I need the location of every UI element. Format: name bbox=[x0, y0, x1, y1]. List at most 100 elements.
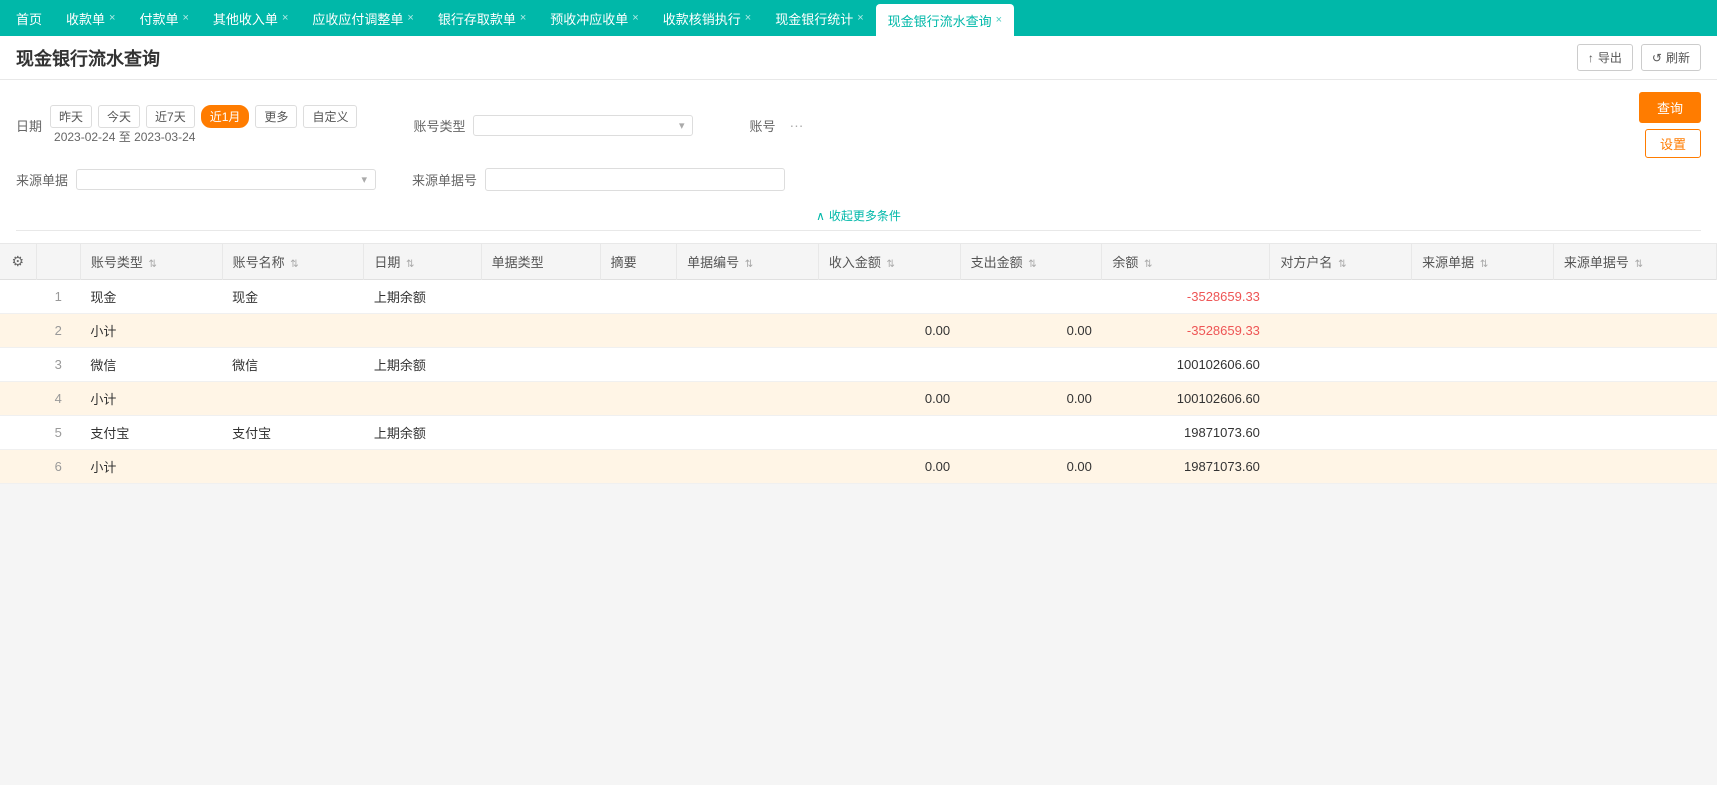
nav-payment-close[interactable]: × bbox=[182, 12, 188, 24]
export-button[interactable]: ↑ 导出 bbox=[1577, 44, 1633, 71]
gear-icon[interactable]: ⚙ bbox=[11, 253, 24, 269]
td-income bbox=[818, 280, 960, 314]
sort-source-doc-icon[interactable]: ⇅ bbox=[1480, 259, 1488, 270]
date-btn-more[interactable]: 更多 bbox=[255, 105, 297, 128]
td-balance: -3528659.33 bbox=[1102, 280, 1270, 314]
nav-payment[interactable]: 付款单 × bbox=[127, 0, 200, 36]
date-btn-today[interactable]: 今天 bbox=[98, 105, 140, 128]
nav-bank-deposit[interactable]: 银行存取款单 × bbox=[426, 0, 538, 36]
account-more-icon[interactable]: ··· bbox=[783, 115, 809, 135]
td-source-doc-no bbox=[1553, 450, 1716, 484]
account-filter: 账号 ··· bbox=[749, 115, 809, 135]
date-filter-group: 日期 昨天 今天 近7天 近1月 更多 自定义 2023-02-24 至 202… bbox=[16, 105, 357, 145]
td-source-doc-no bbox=[1553, 348, 1716, 382]
td-summary bbox=[600, 450, 677, 484]
settings-button[interactable]: 设置 bbox=[1645, 129, 1701, 158]
source-doc-num-label: 来源单据号 bbox=[412, 170, 477, 189]
collapse-bar[interactable]: ∧ 收起更多条件 bbox=[16, 201, 1701, 231]
nav-other-income[interactable]: 其他收入单 × bbox=[201, 0, 300, 36]
td-account-name: 微信 bbox=[222, 348, 364, 382]
nav-prepaid-offset[interactable]: 预收冲应收单 × bbox=[538, 0, 650, 36]
sort-source-doc-no-icon[interactable]: ⇅ bbox=[1635, 259, 1643, 270]
th-doc-type: 单据类型 bbox=[481, 244, 600, 280]
account-type-arrow-icon: ▾ bbox=[679, 119, 685, 132]
td-expense: 0.00 bbox=[960, 450, 1102, 484]
td-account-type: 小计 bbox=[80, 450, 222, 484]
nav-other-income-close[interactable]: × bbox=[282, 12, 288, 24]
td-counterparty bbox=[1270, 416, 1412, 450]
td-income: 0.00 bbox=[818, 450, 960, 484]
td-account-name bbox=[222, 382, 364, 416]
nav-receipt-close[interactable]: × bbox=[109, 12, 115, 24]
nav-receipt[interactable]: 收款单 × bbox=[54, 0, 127, 36]
td-source-doc bbox=[1412, 314, 1554, 348]
nav-ar-ap-adj[interactable]: 应收应付调整单 × bbox=[300, 0, 425, 36]
nav-receipt-verify-close[interactable]: × bbox=[745, 12, 751, 24]
th-summary: 摘要 bbox=[600, 244, 677, 280]
th-source-doc-no: 来源单据号 ⇅ bbox=[1553, 244, 1716, 280]
td-gear bbox=[0, 348, 36, 382]
date-btn-1month[interactable]: 近1月 bbox=[201, 105, 250, 128]
nav-prepaid-offset-close[interactable]: × bbox=[632, 12, 638, 24]
header-actions: ↑ 导出 ↺ 刷新 bbox=[1577, 44, 1701, 71]
th-counterparty: 对方户名 ⇅ bbox=[1270, 244, 1412, 280]
th-no bbox=[36, 244, 80, 280]
td-doc-no bbox=[677, 348, 819, 382]
sort-income-icon[interactable]: ⇅ bbox=[887, 259, 895, 270]
td-doc-type bbox=[481, 416, 600, 450]
td-source-doc bbox=[1412, 382, 1554, 416]
td-doc-no bbox=[677, 280, 819, 314]
td-source-doc bbox=[1412, 416, 1554, 450]
td-counterparty bbox=[1270, 280, 1412, 314]
td-doc-type bbox=[481, 280, 600, 314]
date-btn-7days[interactable]: 近7天 bbox=[146, 105, 195, 128]
account-type-select[interactable]: ▾ bbox=[473, 115, 693, 136]
query-button[interactable]: 查询 bbox=[1639, 92, 1701, 123]
td-doc-no bbox=[677, 416, 819, 450]
date-btn-yesterday[interactable]: 昨天 bbox=[50, 105, 92, 128]
nav-cash-bank-flow-close[interactable]: × bbox=[996, 14, 1002, 26]
td-summary bbox=[600, 314, 677, 348]
account-type-label: 账号类型 bbox=[413, 116, 465, 135]
export-icon: ↑ bbox=[1588, 51, 1594, 65]
date-btn-custom[interactable]: 自定义 bbox=[303, 105, 357, 128]
source-doc-num-input[interactable] bbox=[485, 168, 785, 191]
nav-cash-bank-flow[interactable]: 现金银行流水查询 × bbox=[876, 4, 1014, 36]
nav-ar-ap-adj-close[interactable]: × bbox=[407, 12, 413, 24]
nav-cash-bank-stats[interactable]: 现金银行统计 × bbox=[763, 0, 875, 36]
page-title: 现金银行流水查询 bbox=[16, 45, 160, 71]
collapse-up-icon: ∧ bbox=[816, 209, 825, 223]
sort-expense-icon[interactable]: ⇅ bbox=[1028, 259, 1036, 270]
sort-counterparty-icon[interactable]: ⇅ bbox=[1338, 259, 1346, 270]
td-gear bbox=[0, 450, 36, 484]
nav-home[interactable]: 首页 bbox=[4, 0, 54, 36]
source-doc-select[interactable]: ▾ bbox=[76, 169, 376, 190]
td-no: 6 bbox=[36, 450, 80, 484]
td-no: 4 bbox=[36, 382, 80, 416]
td-source-doc-no bbox=[1553, 382, 1716, 416]
sort-date-icon[interactable]: ⇅ bbox=[406, 259, 414, 270]
sort-balance-icon[interactable]: ⇅ bbox=[1144, 259, 1152, 270]
td-account-type: 支付宝 bbox=[80, 416, 222, 450]
sort-account-type-icon[interactable]: ⇅ bbox=[149, 259, 157, 270]
th-gear: ⚙ bbox=[0, 244, 36, 280]
td-no: 5 bbox=[36, 416, 80, 450]
filter-row-2: 来源单据 ▾ 来源单据号 bbox=[16, 168, 1701, 191]
table-body: 1现金现金上期余额-3528659.332小计0.000.00-3528659.… bbox=[0, 280, 1717, 484]
nav-bank-deposit-close[interactable]: × bbox=[520, 12, 526, 24]
table-row: 6小计0.000.0019871073.60 bbox=[0, 450, 1717, 484]
td-date: 上期余额 bbox=[364, 280, 481, 314]
sort-doc-no-icon[interactable]: ⇅ bbox=[745, 259, 753, 270]
td-gear bbox=[0, 382, 36, 416]
td-source-doc-no bbox=[1553, 416, 1716, 450]
nav-cash-bank-stats-close[interactable]: × bbox=[857, 12, 863, 24]
refresh-button[interactable]: ↺ 刷新 bbox=[1641, 44, 1701, 71]
table-header: ⚙ 账号类型 ⇅ 账号名称 ⇅ 日期 ⇅ 单据类型 摘要 单据编号 bbox=[0, 244, 1717, 280]
date-options-col: 昨天 今天 近7天 近1月 更多 自定义 2023-02-24 至 2023-0… bbox=[50, 105, 357, 145]
td-source-doc bbox=[1412, 450, 1554, 484]
nav-receipt-verify[interactable]: 收款核销执行 × bbox=[651, 0, 763, 36]
td-counterparty bbox=[1270, 348, 1412, 382]
th-account-type: 账号类型 ⇅ bbox=[80, 244, 222, 280]
right-actions: 查询 设置 bbox=[1639, 92, 1701, 158]
sort-account-name-icon[interactable]: ⇅ bbox=[290, 259, 298, 270]
